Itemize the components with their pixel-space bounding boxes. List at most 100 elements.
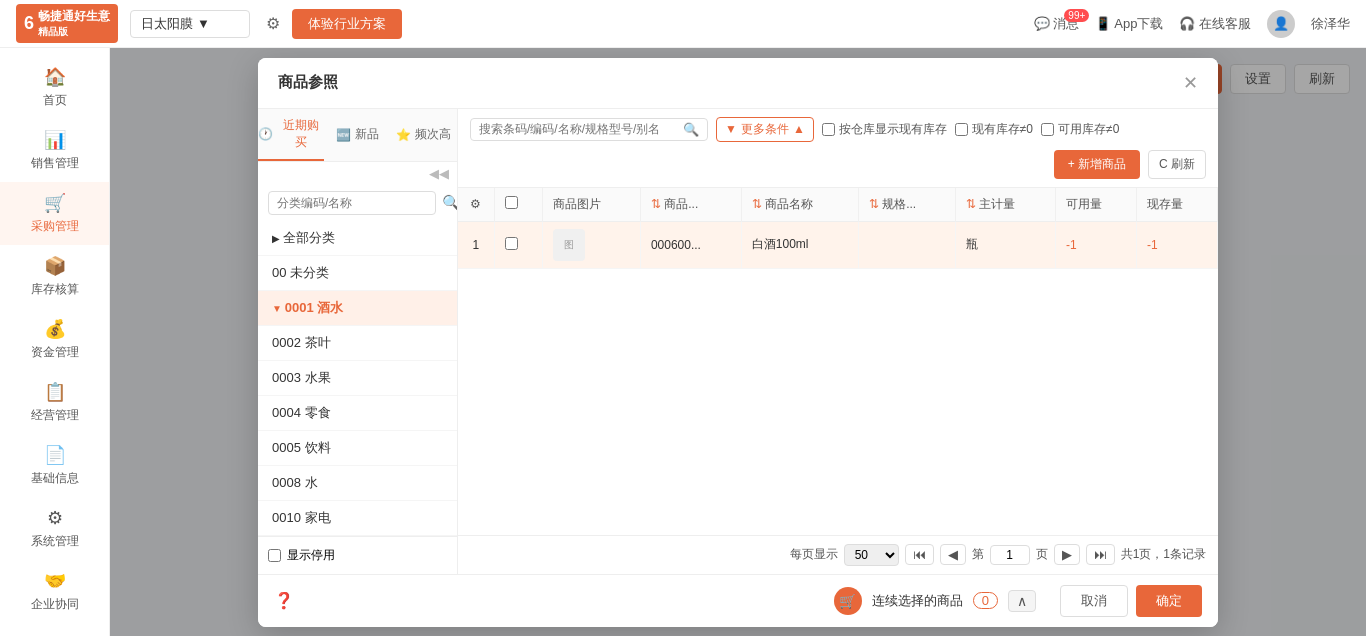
tab-new[interactable]: 🆕 新品 bbox=[324, 109, 390, 161]
left-panel-bottom: 显示停用 bbox=[258, 536, 457, 574]
headset-icon: 🎧 bbox=[1179, 16, 1195, 31]
row-name: 白酒100ml bbox=[741, 221, 858, 268]
sort-icon3: ⇅ bbox=[869, 197, 879, 211]
collapse-panel-btn[interactable]: ◀◀ bbox=[258, 162, 457, 185]
col-name-header[interactable]: ⇅ 商品名称 bbox=[741, 188, 858, 222]
navbar: 6 畅捷通好生意 精品版 日太阳膜 ▼ ⚙ 体验行业方案 💬 99+ 消息 📱 … bbox=[0, 0, 1366, 48]
app-download[interactable]: 📱 App下载 bbox=[1095, 15, 1163, 33]
sidebar-item-operation[interactable]: 📋 经营管理 bbox=[0, 371, 109, 434]
content-area: 查询 设置 刷新 商品参照 ✕ bbox=[110, 48, 1366, 636]
online-service[interactable]: 🎧 在线客服 bbox=[1179, 15, 1251, 33]
stock-icon: 📦 bbox=[44, 255, 66, 277]
show-disabled-checkbox[interactable] bbox=[268, 549, 281, 562]
more-filter-btn[interactable]: ▼ 更多条件 ▲ bbox=[716, 117, 814, 142]
category-item-0002[interactable]: 0002 茶叶 bbox=[258, 326, 457, 361]
sidebar-label-basic: 基础信息 bbox=[31, 470, 79, 487]
category-item-0003[interactable]: 0003 水果 bbox=[258, 361, 457, 396]
category-item-0010[interactable]: 0010 家电 bbox=[258, 501, 457, 536]
basic-icon: 📄 bbox=[44, 444, 66, 466]
current-stock-checkbox-wrap[interactable]: 现有库存≠0 bbox=[955, 121, 1033, 138]
row-select-checkbox[interactable] bbox=[505, 237, 518, 250]
page-first-btn[interactable]: ⏮ bbox=[905, 544, 934, 565]
current-stock-checkbox[interactable] bbox=[955, 123, 968, 136]
category-item-0004[interactable]: 0004 零食 bbox=[258, 396, 457, 431]
category-search-btn[interactable]: 🔍 bbox=[442, 194, 458, 212]
sidebar-item-basic[interactable]: 📄 基础信息 bbox=[0, 434, 109, 497]
product-search-input[interactable] bbox=[479, 122, 679, 136]
category-list: 全部分类 00 未分类 0001 酒水 0002 茶叶 0003 水果 0004… bbox=[258, 221, 457, 536]
sidebar-item-finance[interactable]: 💰 资金管理 bbox=[0, 308, 109, 371]
sort-icon2: ⇅ bbox=[752, 197, 762, 211]
available-stock-checkbox[interactable] bbox=[1041, 123, 1054, 136]
col-settings[interactable]: ⚙ bbox=[458, 188, 494, 222]
available-stock-checkbox-wrap[interactable]: 可用库存≠0 bbox=[1041, 121, 1119, 138]
sidebar-item-system[interactable]: ⚙ 系统管理 bbox=[0, 497, 109, 560]
col-unit-header[interactable]: ⇅ 主计量 bbox=[955, 188, 1055, 222]
row-stock: -1 bbox=[1136, 221, 1217, 268]
store-selector[interactable]: 日太阳膜 ▼ bbox=[130, 10, 250, 38]
try-btn[interactable]: 体验行业方案 bbox=[292, 9, 402, 39]
recent-icon: 🕐 bbox=[258, 127, 273, 141]
warehouse-stock-checkbox[interactable] bbox=[822, 123, 835, 136]
purchase-icon: 🛒 bbox=[44, 192, 66, 214]
message-icon-wrap[interactable]: 💬 99+ 消息 bbox=[1034, 15, 1080, 33]
help-icon[interactable]: ❓ bbox=[274, 591, 294, 610]
col-code-header[interactable]: ⇅ 商品... bbox=[640, 188, 741, 222]
sidebar-label-finance: 资金管理 bbox=[31, 344, 79, 361]
user-avatar[interactable]: 👤 bbox=[1267, 10, 1295, 38]
selection-collapse-btn[interactable]: ∧ bbox=[1008, 590, 1036, 612]
warehouse-stock-checkbox-wrap[interactable]: 按仓库显示现有库存 bbox=[822, 121, 947, 138]
modal-close-btn[interactable]: ✕ bbox=[1183, 72, 1198, 94]
cancel-btn[interactable]: 取消 bbox=[1060, 585, 1128, 617]
store-name: 日太阳膜 bbox=[141, 15, 193, 33]
confirm-btn[interactable]: 确定 bbox=[1136, 585, 1202, 617]
row-checkbox bbox=[494, 221, 542, 268]
selected-count: 0 bbox=[973, 592, 998, 609]
tab-frequent[interactable]: ⭐ 频次高 bbox=[391, 109, 457, 161]
sidebar-label-operation: 经营管理 bbox=[31, 407, 79, 424]
sidebar-label-sales: 销售管理 bbox=[31, 155, 79, 172]
settings-icon[interactable]: ⚙ bbox=[266, 14, 280, 33]
left-panel: 🕐 近期购买 🆕 新品 ⭐ 频次高 bbox=[258, 109, 458, 574]
category-item-all[interactable]: 全部分类 bbox=[258, 221, 457, 256]
sort-icon: ⇅ bbox=[651, 197, 661, 211]
sidebar-item-purchase[interactable]: 🛒 采购管理 bbox=[0, 182, 109, 245]
left-tabs: 🕐 近期购买 🆕 新品 ⭐ 频次高 bbox=[258, 109, 457, 162]
category-item-0005[interactable]: 0005 饮料 bbox=[258, 431, 457, 466]
sidebar-item-guide[interactable]: 📖 新手引导 bbox=[0, 623, 109, 636]
page-size-select[interactable]: 50 10 20 100 bbox=[844, 544, 899, 566]
toolbar-right: + 新增商品 C 刷新 bbox=[1054, 150, 1206, 179]
available-stock-label: 可用库存≠0 bbox=[1058, 121, 1119, 138]
page-prev-btn[interactable]: ◀ bbox=[940, 544, 966, 565]
app-label: App下载 bbox=[1114, 16, 1163, 31]
category-item-0001[interactable]: 0001 酒水 bbox=[258, 291, 457, 326]
sidebar-item-sales[interactable]: 📊 销售管理 bbox=[0, 119, 109, 182]
sidebar-item-collab[interactable]: 🤝 企业协同 bbox=[0, 560, 109, 623]
page-next-btn[interactable]: ▶ bbox=[1054, 544, 1080, 565]
page-label: 第 bbox=[972, 546, 984, 563]
select-all-checkbox[interactable] bbox=[505, 196, 518, 209]
add-product-btn[interactable]: + 新增商品 bbox=[1054, 150, 1140, 179]
col-spec-header[interactable]: ⇅ 规格... bbox=[858, 188, 955, 222]
refresh-product-btn[interactable]: C 刷新 bbox=[1148, 150, 1206, 179]
category-search-input[interactable] bbox=[268, 191, 436, 215]
category-item-00[interactable]: 00 未分类 bbox=[258, 256, 457, 291]
sidebar-item-stock[interactable]: 📦 库存核算 bbox=[0, 245, 109, 308]
product-search-icon[interactable]: 🔍 bbox=[683, 122, 699, 137]
sidebar-item-home[interactable]: 🏠 首页 bbox=[0, 56, 109, 119]
modal-header: 商品参照 ✕ bbox=[258, 58, 1218, 109]
tab-frequent-label: 频次高 bbox=[415, 126, 451, 143]
sidebar-label-purchase: 采购管理 bbox=[31, 218, 79, 235]
current-stock-label: 现有库存≠0 bbox=[972, 121, 1033, 138]
page-input[interactable] bbox=[990, 545, 1030, 565]
sidebar-label-stock: 库存核算 bbox=[31, 281, 79, 298]
category-item-0008[interactable]: 0008 水 bbox=[258, 466, 457, 501]
new-icon: 🆕 bbox=[336, 128, 351, 142]
tab-recent[interactable]: 🕐 近期购买 bbox=[258, 109, 324, 161]
filter-icon: ▼ bbox=[725, 122, 737, 136]
page-last-btn[interactable]: ⏭ bbox=[1086, 544, 1115, 565]
row-available: -1 bbox=[1055, 221, 1136, 268]
cart-icon: 🛒 bbox=[834, 587, 862, 615]
main-layout: 🏠 首页 📊 销售管理 🛒 采购管理 📦 库存核算 💰 资金管理 📋 经营管理 … bbox=[0, 48, 1366, 636]
table-row[interactable]: 1 图 bbox=[458, 221, 1218, 268]
